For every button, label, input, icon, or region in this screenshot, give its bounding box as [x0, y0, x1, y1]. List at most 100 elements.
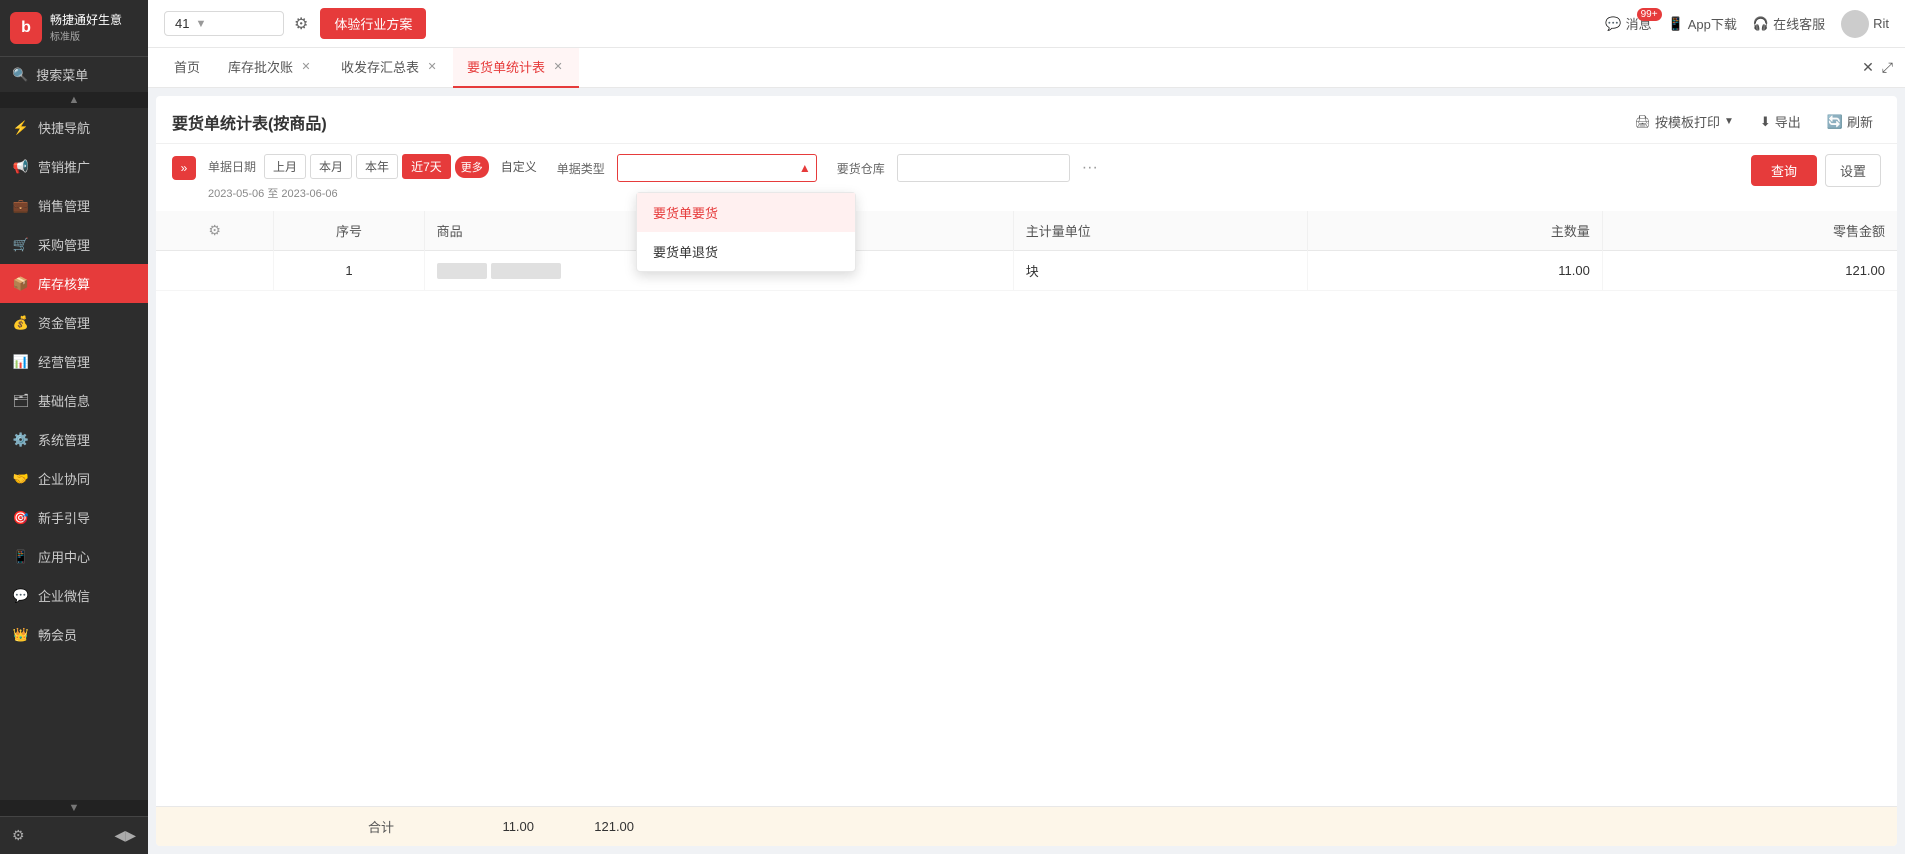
weixin-icon: 💬: [12, 588, 30, 604]
sidebar-item-inventory[interactable]: 📦 库存核算: [0, 264, 148, 303]
print-btn[interactable]: 🖨 按模板打印 ▼: [1626, 108, 1741, 135]
type-select-input[interactable]: [617, 154, 817, 182]
sidebar-item-app-center[interactable]: 📱 应用中心: [0, 537, 148, 576]
tabs-expand-btn[interactable]: ⤢: [1882, 59, 1893, 76]
tab-batch-account-close[interactable]: ✕: [299, 60, 313, 74]
sidebar-item-label: 企业协同: [38, 469, 90, 488]
user-name: Rit: [1873, 16, 1889, 31]
tab-home[interactable]: 首页: [160, 48, 214, 88]
app-name: 畅捷通好生意: [50, 13, 122, 29]
table-row: 1 块 11.00 121.00: [156, 251, 1897, 291]
basic-icon: 🗂: [12, 393, 30, 409]
print-icon: 🖨: [1634, 114, 1651, 130]
tab-order-stats[interactable]: 要货单统计表 ✕: [453, 48, 579, 88]
online-service-item[interactable]: 🎧 在线客服: [1753, 14, 1825, 33]
dropdown-item-yaohuo-order[interactable]: 要货单要货: [637, 193, 855, 232]
page-header: 要货单统计表(按商品) 🖨 按模板打印 ▼ ⬇ 导出 🔄 刷新: [156, 96, 1897, 144]
col-settings-icon[interactable]: ⚙: [208, 222, 221, 238]
sidebar-item-sales[interactable]: 💼 销售管理: [0, 186, 148, 225]
export-btn[interactable]: ⬇ 导出: [1752, 108, 1809, 135]
sidebar-item-member[interactable]: 👑 畅会员: [0, 615, 148, 654]
footer-label: 合计: [168, 817, 394, 836]
topbar: 41 ▼ ⚙ 体验行业方案 💬 消息 99+ 📱 App下载 🎧 在线客服: [148, 0, 1905, 48]
sidebar-item-enterprise[interactable]: 🤝 企业协同: [0, 459, 148, 498]
sidebar-item-marketing[interactable]: 📢 营销推广: [0, 147, 148, 186]
sidebar-bottom: ⚙ ◀▶: [0, 816, 148, 854]
sidebar-item-finance[interactable]: 💰 资金管理: [0, 303, 148, 342]
search-icon: 🔍: [12, 67, 28, 83]
sidebar-item-system[interactable]: ⚙️ 系统管理: [0, 420, 148, 459]
filter-bar: » 单据日期 上月 本月 本年 近7天 更多 自定义 2023-05-06 至 …: [156, 144, 1897, 211]
tab-receipt-summary-close[interactable]: ✕: [425, 60, 439, 74]
type-select: ▲: [617, 154, 817, 182]
th-settings: ⚙: [156, 211, 274, 251]
td-settings: [156, 251, 274, 291]
sidebar-item-label: 采购管理: [38, 235, 90, 254]
table-container: ⚙ 序号 商品 主计量单位 主数量 零售金额 1: [156, 211, 1897, 806]
date-label: 单据日期: [208, 158, 256, 175]
tab-receipt-summary[interactable]: 收发存汇总表 ✕: [327, 48, 453, 88]
sidebar-item-newbie[interactable]: 🎯 新手引导: [0, 498, 148, 537]
page-actions: 🖨 按模板打印 ▼ ⬇ 导出 🔄 刷新: [1626, 108, 1881, 135]
product-code-block: [437, 263, 487, 279]
app-download-item[interactable]: 📱 App下载: [1668, 14, 1737, 33]
sidebar-nav: ⚡ 快捷导航 📢 营销推广 💼 销售管理 🛒 采购管理 📦 库存核算 💰 资金管…: [0, 108, 148, 800]
date-curr-month-btn[interactable]: 本月: [310, 154, 352, 179]
sidebar-item-weixin[interactable]: 💬 企业微信: [0, 576, 148, 615]
td-qty: 11.00: [1308, 251, 1603, 291]
operation-icon: 📊: [12, 354, 30, 370]
online-service-icon: 🎧: [1753, 16, 1769, 32]
sidebar-collapse-btn[interactable]: ◀▶: [114, 827, 136, 844]
date-more-btn[interactable]: 更多: [455, 156, 489, 178]
warehouse-label: 要货仓库: [837, 160, 885, 177]
user-avatar-item[interactable]: Rit: [1841, 10, 1889, 38]
data-table: ⚙ 序号 商品 主计量单位 主数量 零售金额 1: [156, 211, 1897, 291]
scroll-up-btn[interactable]: ▲: [0, 92, 148, 108]
dropdown-item-yaohuo-return[interactable]: 要货单退货: [637, 232, 855, 271]
app-sub: 标准版: [50, 28, 122, 43]
tab-order-stats-close[interactable]: ✕: [551, 60, 565, 74]
scroll-down-btn[interactable]: ▼: [0, 800, 148, 816]
search-menu-item[interactable]: 🔍 搜索菜单: [0, 57, 148, 92]
footer-qty: 11.00: [474, 819, 574, 834]
date-prev-month-btn[interactable]: 上月: [264, 154, 306, 179]
tab-batch-account[interactable]: 库存批次账 ✕: [214, 48, 327, 88]
sidebar-item-label: 基础信息: [38, 391, 90, 410]
refresh-btn[interactable]: 🔄 刷新: [1819, 108, 1881, 135]
export-icon: ⬇: [1760, 114, 1771, 130]
messages-item[interactable]: 💬 消息 99+: [1605, 14, 1651, 33]
trial-btn[interactable]: 体验行业方案: [320, 8, 426, 39]
app-download-icon: 📱: [1668, 16, 1684, 32]
date-last7-btn[interactable]: 近7天: [402, 154, 451, 179]
sidebar-item-operation[interactable]: 📊 经营管理: [0, 342, 148, 381]
sidebar-item-quick-nav[interactable]: ⚡ 快捷导航: [0, 108, 148, 147]
date-curr-year-btn[interactable]: 本年: [356, 154, 398, 179]
sidebar-logo: b 畅捷通好生意 标准版: [0, 0, 148, 57]
warehouse-input[interactable]: [897, 154, 1070, 182]
topbar-settings-icon[interactable]: ⚙: [294, 14, 308, 34]
query-btn[interactable]: 查询: [1751, 155, 1817, 186]
sidebar-item-label: 营销推广: [38, 157, 90, 176]
system-icon: ⚙️: [12, 432, 30, 448]
settings-bottom-icon[interactable]: ⚙: [12, 827, 25, 844]
sidebar-item-basic[interactable]: 🗂 基础信息: [0, 381, 148, 420]
sidebar-item-label: 快捷导航: [38, 118, 90, 137]
tab-order-stats-label: 要货单统计表: [467, 57, 545, 76]
avatar: [1841, 10, 1869, 38]
finance-icon: 💰: [12, 315, 30, 331]
filter-actions: 查询 设置: [1751, 154, 1881, 187]
inventory-icon: 📦: [12, 276, 30, 292]
sidebar-item-purchase[interactable]: 🛒 采购管理: [0, 225, 148, 264]
filter-settings-btn[interactable]: 设置: [1825, 154, 1881, 187]
filter-expand-btn[interactable]: »: [172, 156, 196, 180]
tabs-close-all-btn[interactable]: ✕: [1862, 59, 1874, 76]
warehouse-dots-btn[interactable]: ···: [1082, 159, 1098, 177]
messages-icon: 💬: [1605, 16, 1621, 32]
date-custom-btn[interactable]: 自定义: [493, 155, 545, 178]
app-center-icon: 📱: [12, 549, 30, 565]
th-amount: 零售金额: [1602, 211, 1897, 251]
store-selector[interactable]: 41 ▼: [164, 11, 284, 36]
main-content: 41 ▼ ⚙ 体验行业方案 💬 消息 99+ 📱 App下载 🎧 在线客服: [148, 0, 1905, 854]
th-qty: 主数量: [1308, 211, 1603, 251]
topbar-left: 41 ▼ ⚙ 体验行业方案: [164, 8, 1605, 39]
